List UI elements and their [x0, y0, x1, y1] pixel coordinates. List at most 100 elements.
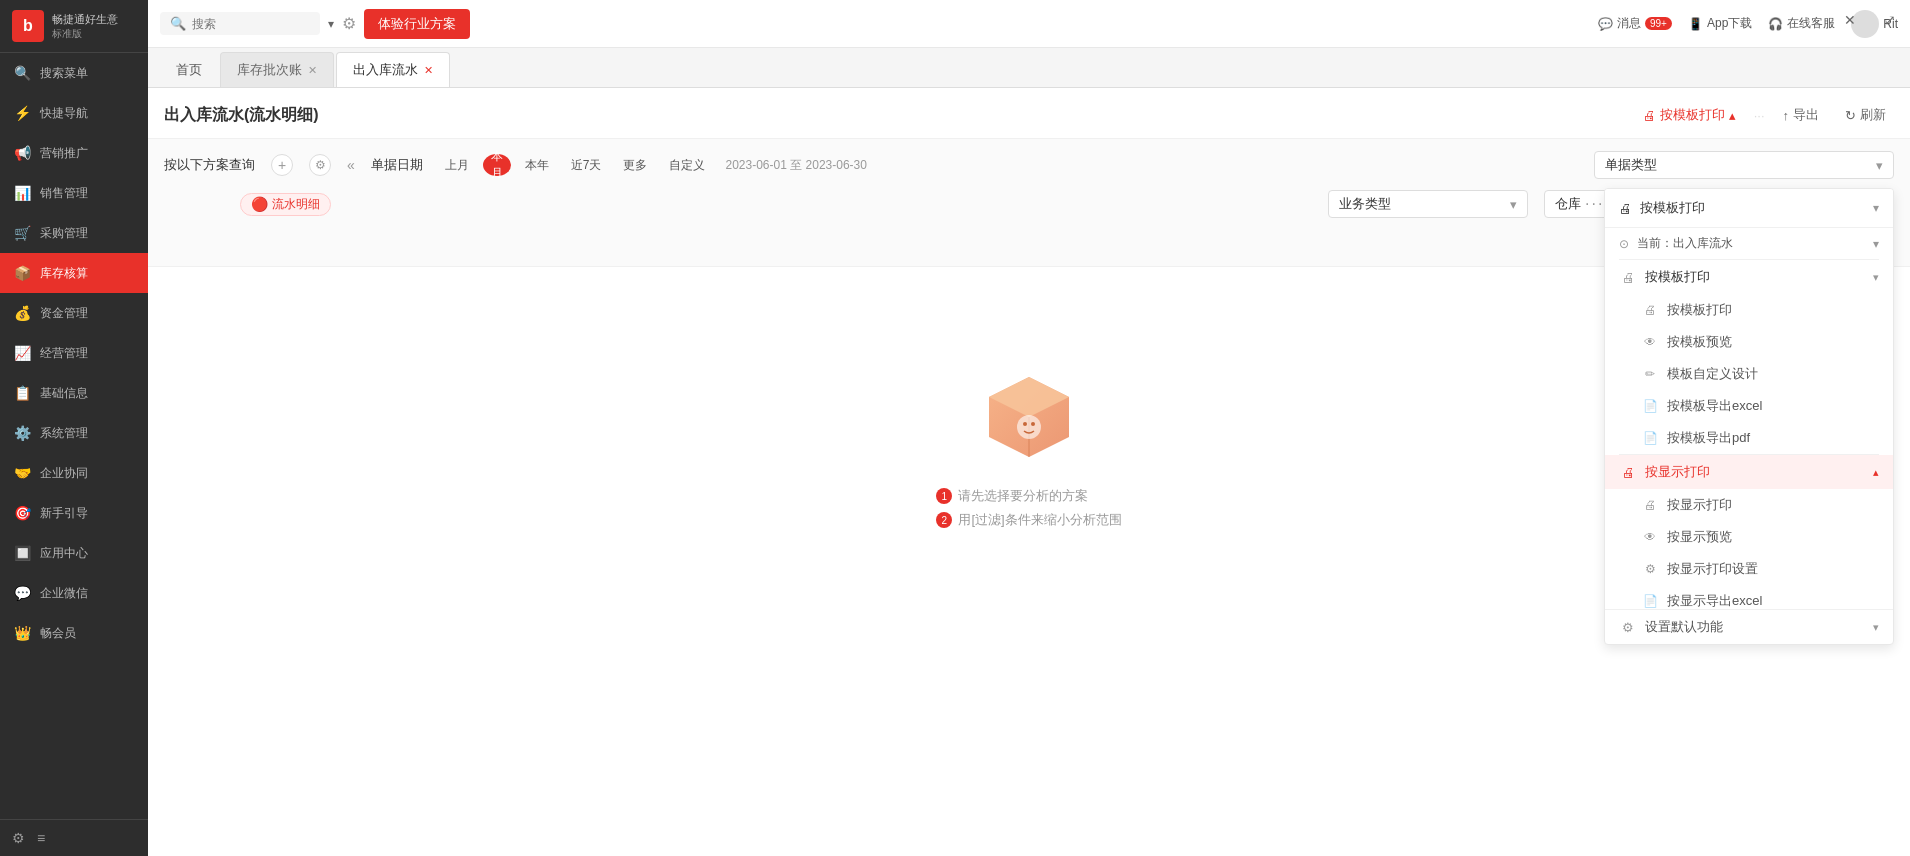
tip-num-2: 2: [936, 512, 952, 528]
sidebar-item-label: 应用中心: [40, 545, 88, 562]
sidebar-logo: b 畅捷通好生意 标准版: [0, 0, 148, 53]
online-service-btn[interactable]: 🎧 在线客服: [1768, 15, 1835, 32]
date-btn-7days[interactable]: 近7天: [563, 155, 610, 176]
tab-inout-flow[interactable]: 出入库流水 ✕: [336, 52, 450, 87]
close-window-btn[interactable]: ✕: [1830, 0, 1870, 40]
date-section: 单据日期 上月 本月 本年 近7天 更多 自定义 2023-06-01 至 20…: [371, 154, 867, 176]
date-btn-this-month[interactable]: 本月: [483, 154, 511, 176]
gear-icon: ⚙️: [12, 423, 32, 443]
sidebar-item-guide[interactable]: 🎯 新手引导: [0, 493, 148, 533]
receipt-tag[interactable]: 🔴 流水明细: [240, 193, 331, 216]
receipt-type-select[interactable]: 单据类型 ▾: [1594, 151, 1894, 179]
date-btn-last-month[interactable]: 上月: [437, 155, 477, 176]
refresh-btn[interactable]: ↻ 刷新: [1837, 102, 1894, 128]
online-service-label: 在线客服: [1787, 15, 1835, 32]
sidebar-item-quick-nav[interactable]: ⚡ 快捷导航: [0, 93, 148, 133]
date-btn-this-year[interactable]: 本年: [517, 155, 557, 176]
grid-icon: 🔲: [12, 543, 32, 563]
message-badge: 99+: [1645, 17, 1672, 30]
dp-current-item[interactable]: ⊙ 当前：出入库流水 ▾: [1605, 228, 1893, 259]
dp-footer[interactable]: ⚙ 设置默认功能 ▾: [1605, 609, 1893, 644]
tab-home[interactable]: 首页: [160, 53, 218, 87]
industry-btn[interactable]: 体验行业方案: [364, 9, 470, 39]
dp-display-print-settings-item[interactable]: ⚙ 按显示打印设置: [1605, 553, 1893, 585]
sidebar-item-inventory[interactable]: 📦 库存核算: [0, 253, 148, 293]
tab-batch-account[interactable]: 库存批次账 ✕: [220, 52, 334, 87]
app-name: 畅捷通好生意 标准版: [52, 12, 118, 39]
app-logo-icon: b: [12, 10, 44, 42]
dp-template-excel-item[interactable]: 📄 按模板导出excel: [1605, 390, 1893, 422]
sidebar-item-label: 企业协同: [40, 465, 88, 482]
dp-template-print-item[interactable]: 🖨 按模板打印: [1605, 294, 1893, 326]
message-btn[interactable]: 💬 消息 99+: [1598, 15, 1672, 32]
printer-icon-disp: 🖨: [1641, 496, 1659, 514]
sidebar-item-system[interactable]: ⚙️ 系统管理: [0, 413, 148, 453]
business-type-select[interactable]: 业务类型 ▾: [1328, 190, 1528, 218]
receipt-tag-label: 流水明细: [272, 196, 320, 213]
tab-home-label: 首页: [176, 61, 202, 79]
tab-close-inout-flow[interactable]: ✕: [424, 64, 433, 77]
sidebar-item-finance[interactable]: 💰 资金管理: [0, 293, 148, 333]
message-label: 消息: [1617, 15, 1641, 32]
sidebar-item-purchase[interactable]: 🛒 采购管理: [0, 213, 148, 253]
sidebar-item-operations[interactable]: 📈 经营管理: [0, 333, 148, 373]
crown-icon: 👑: [12, 623, 32, 643]
print-template-btn[interactable]: 🖨 按模板打印 ▴: [1635, 102, 1744, 128]
sidebar-item-app-center[interactable]: 🔲 应用中心: [0, 533, 148, 573]
current-arrow: ▾: [1873, 237, 1879, 251]
dp-display-excel-item[interactable]: 📄 按显示导出excel: [1605, 585, 1893, 609]
filter-collapse-icon[interactable]: «: [347, 157, 355, 173]
dp-display-preview-item[interactable]: 👁 按显示预览: [1605, 521, 1893, 553]
dp-footer-arrow-icon: ▾: [1873, 621, 1879, 634]
date-btn-custom[interactable]: 自定义: [661, 155, 713, 176]
filter-row-1: 按以下方案查询 + ⚙ « 单据日期 上月 本月 本年 近7天 更多 自定义 2…: [164, 151, 1894, 179]
template-print-section[interactable]: 🖨 按模板打印 ▾: [1605, 260, 1893, 294]
search-box[interactable]: 🔍: [160, 12, 320, 35]
tabs-bar: 首页 库存批次账 ✕ 出入库流水 ✕: [148, 48, 1910, 88]
eye-icon-disp: 👁: [1641, 528, 1659, 546]
tab-close-batch-account[interactable]: ✕: [308, 64, 317, 77]
filter-gear-btn[interactable]: ⚙: [309, 154, 331, 176]
topbar-gear-icon[interactable]: ⚙: [342, 14, 356, 33]
app-download-btn[interactable]: 📱 App下载: [1688, 15, 1752, 32]
sidebar-item-sales[interactable]: 📊 销售管理: [0, 173, 148, 213]
dp-display-print-item[interactable]: 🖨 按显示打印: [1605, 489, 1893, 521]
cart-icon: 🛒: [12, 223, 32, 243]
date-btn-more[interactable]: 更多: [615, 155, 655, 176]
sidebar-item-cooperation[interactable]: 🤝 企业协同: [0, 453, 148, 493]
dp-header[interactable]: 🖨 按模板打印 ▾: [1605, 189, 1893, 228]
list-icon: 📋: [12, 383, 32, 403]
display-print-section-header[interactable]: 🖨 按显示打印 ▴: [1605, 455, 1893, 489]
search-input[interactable]: [192, 17, 292, 31]
dp-template-pdf-item[interactable]: 📄 按模板导出pdf: [1605, 422, 1893, 454]
sidebar-item-search[interactable]: 🔍 搜索菜单: [0, 53, 148, 93]
chevron-down-icon: ▾: [328, 17, 334, 31]
sidebar-item-label: 新手引导: [40, 505, 88, 522]
more-options-icon[interactable]: ···: [1585, 195, 1604, 213]
template-print-label: 按模板打印: [1645, 268, 1710, 286]
sidebar-item-label: 经营管理: [40, 345, 88, 362]
sidebar-item-marketing[interactable]: 📢 营销推广: [0, 133, 148, 173]
dp-template-custom-item[interactable]: ✏ 模板自定义设计: [1605, 358, 1893, 390]
dp-header-icon: 🖨: [1619, 201, 1632, 216]
sidebar-item-label: 资金管理: [40, 305, 88, 322]
download-icon: 📱: [1688, 17, 1703, 31]
empty-tips: 1 请先选择要分析的方案 2 用[过滤]条件来缩小分析范围: [936, 487, 1121, 535]
export-btn[interactable]: ↑ 导出: [1775, 102, 1828, 128]
dp-template-preview-item[interactable]: 👁 按模板预览: [1605, 326, 1893, 358]
print-template-label: 按模板打印: [1660, 106, 1725, 124]
tip-num-1: 1: [936, 488, 952, 504]
display-print-section: 🖨 按显示打印 ▴ 🖨 按显示打印 👁 按显示预览: [1605, 455, 1893, 609]
filter-add-btn[interactable]: +: [271, 154, 293, 176]
display-printer-icon: 🖨: [1619, 463, 1637, 481]
sidebar-item-label: 营销推广: [40, 145, 88, 162]
sidebar-item-basic-info[interactable]: 📋 基础信息: [0, 373, 148, 413]
maximize-window-btn[interactable]: ⤢: [1870, 0, 1910, 40]
sidebar-item-wechat[interactable]: 💬 企业微信: [0, 573, 148, 613]
sidebar-item-vip[interactable]: 👑 畅会员: [0, 613, 148, 653]
collapse-menu-icon[interactable]: ≡: [37, 830, 45, 846]
settings-icon[interactable]: ⚙: [12, 830, 25, 846]
handshake-icon: 🤝: [12, 463, 32, 483]
topbar-dropdown[interactable]: ▾: [328, 17, 334, 31]
date-range-text: 2023-06-01 至 2023-06-30: [725, 157, 866, 174]
